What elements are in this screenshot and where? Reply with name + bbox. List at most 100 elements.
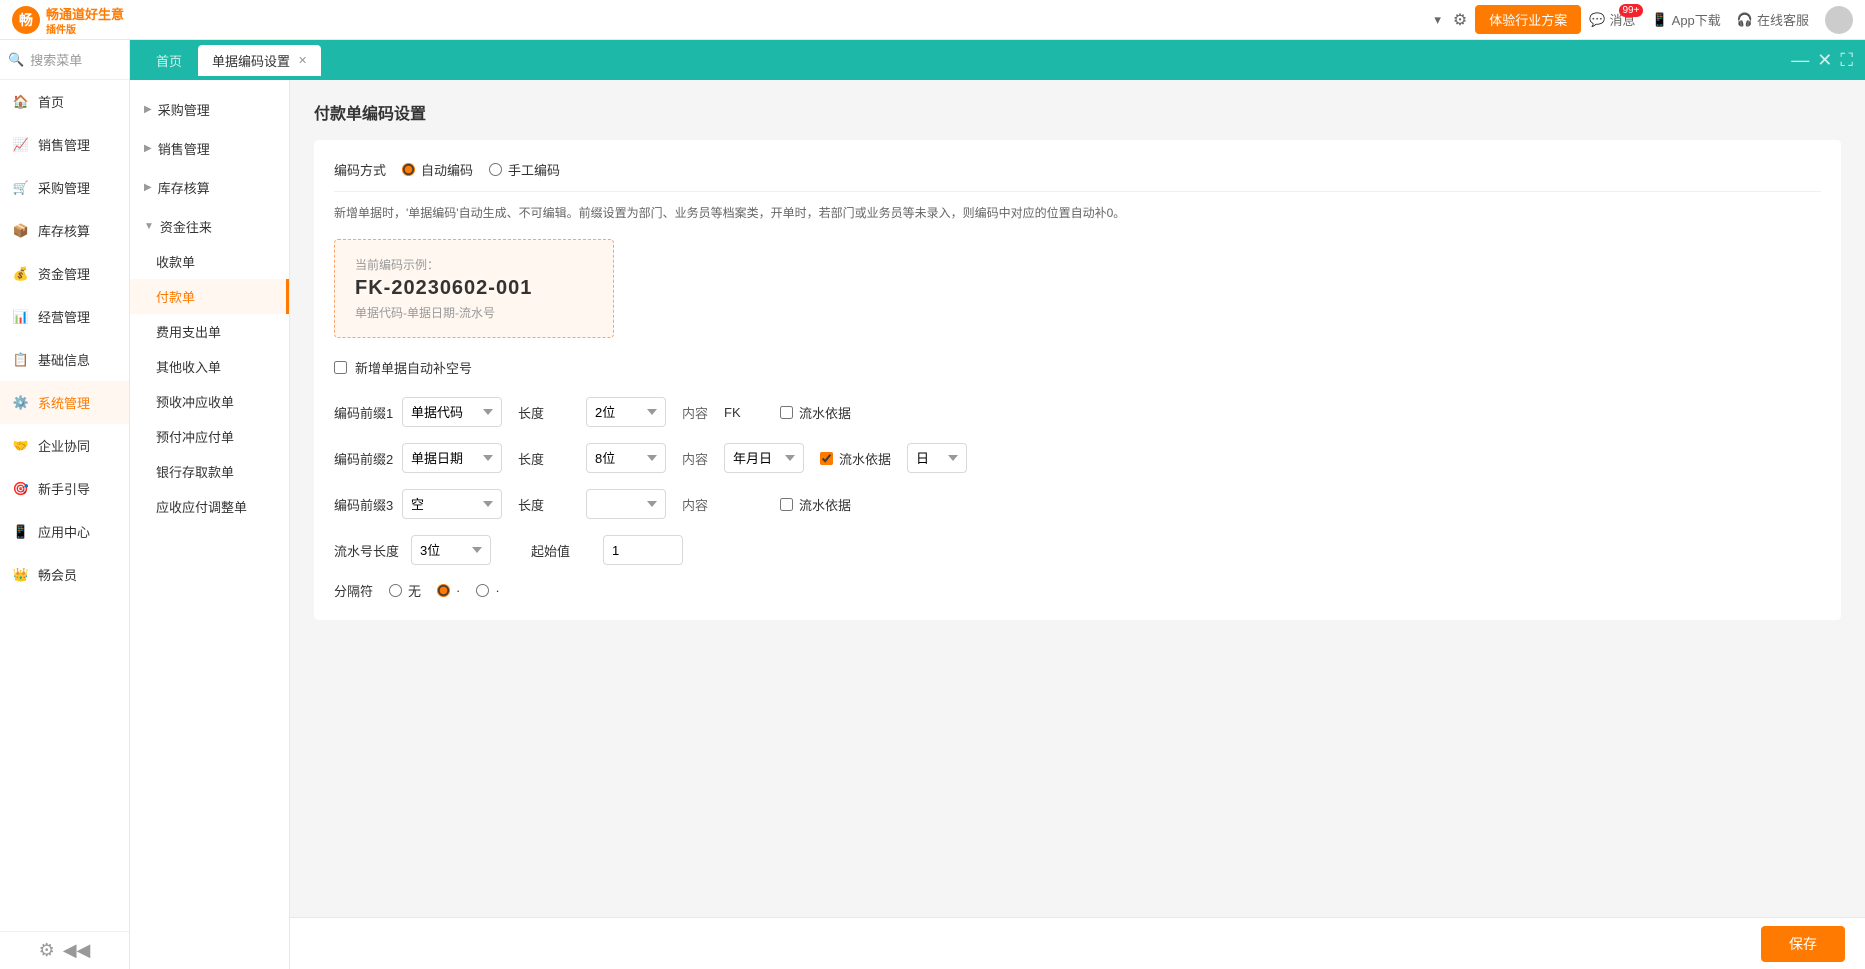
serial2-check: 流水依据 bbox=[820, 449, 891, 468]
sep-dash-radio[interactable] bbox=[476, 584, 489, 597]
sub-menu-item-payment[interactable]: 付款单 bbox=[130, 279, 289, 314]
sidebar-item-purchase[interactable]: 🛒 采购管理 bbox=[0, 166, 129, 209]
tab-encoding[interactable]: 单据编码设置 ✕ bbox=[198, 45, 321, 76]
sep-none[interactable]: 无 bbox=[389, 581, 421, 600]
top-bar: 畅 畅通道好生意 插件版 ▾ ⚙ 体验行业方案 💬 消息 99+ 📱 App下载… bbox=[0, 0, 1865, 40]
serial3-label: 流水依据 bbox=[799, 495, 851, 514]
serial2-checkbox[interactable] bbox=[820, 452, 833, 465]
serial3-checkbox[interactable] bbox=[780, 498, 793, 511]
sidebar-item-enterprise[interactable]: 🤝 企业协同 bbox=[0, 424, 129, 467]
sidebar-item-finance[interactable]: 💰 资金管理 bbox=[0, 252, 129, 295]
message-item[interactable]: 💬 消息 99+ bbox=[1589, 10, 1635, 29]
online-service-item[interactable]: 🎧 在线客服 bbox=[1737, 10, 1809, 29]
sidebar-item-member[interactable]: 👑 畅会员 bbox=[0, 553, 129, 596]
close-btn[interactable]: ✕ bbox=[1817, 50, 1832, 71]
app-download-item[interactable]: 📱 App下载 bbox=[1651, 10, 1720, 29]
maximize-btn[interactable]: ⛶ bbox=[1840, 50, 1853, 71]
code-example-desc: 单据代码-单据日期-流水号 bbox=[355, 304, 593, 321]
prefix3-select[interactable]: 空 bbox=[402, 489, 502, 519]
auto-fill-checkbox[interactable] bbox=[334, 361, 347, 374]
length1-select-wrap: 2位 bbox=[586, 397, 666, 427]
sidebar-item-label: 新手引导 bbox=[38, 479, 90, 498]
prefix1-select[interactable]: 单据代码 bbox=[402, 397, 502, 427]
sub-sidebar: ▶ 采购管理 ▶ 销售管理 ▶ 库存核算 bbox=[130, 80, 290, 969]
sub-menu-group-inventory: ▶ 库存核算 bbox=[130, 170, 289, 205]
user-avatar[interactable] bbox=[1825, 6, 1853, 34]
length2-select[interactable]: 8位 bbox=[586, 443, 666, 473]
tab-home[interactable]: 首页 bbox=[142, 45, 196, 76]
manual-radio-input[interactable] bbox=[489, 163, 502, 176]
length3-select[interactable] bbox=[586, 489, 666, 519]
encoding-method-label: 编码方式 bbox=[334, 160, 386, 179]
minimize-btn[interactable]: — bbox=[1791, 50, 1809, 71]
sidebar-item-operations[interactable]: 📊 经营管理 bbox=[0, 295, 129, 338]
period-select-wrap: 日 月 年 bbox=[907, 443, 967, 473]
sub-menu-item-expense[interactable]: 费用支出单 bbox=[130, 314, 289, 349]
serial-length-select[interactable]: 3位 bbox=[411, 535, 491, 565]
member-icon: 👑 bbox=[12, 566, 30, 584]
auto-radio-item[interactable]: 自动编码 bbox=[402, 160, 473, 179]
prefix-row-2: 编码前缀2 单据日期 长度 bbox=[334, 443, 1821, 473]
sidebar-search[interactable]: 🔍 搜索菜单 bbox=[0, 40, 129, 80]
sidebar-item-label: 基础信息 bbox=[38, 350, 90, 369]
serial1-label: 流水依据 bbox=[799, 403, 851, 422]
sub-menu-item-other-income[interactable]: 其他收入单 bbox=[130, 349, 289, 384]
sidebar-item-basic[interactable]: 📋 基础信息 bbox=[0, 338, 129, 381]
manual-radio-item[interactable]: 手工编码 bbox=[489, 160, 560, 179]
sidebar-item-home[interactable]: 🏠 首页 bbox=[0, 80, 129, 123]
operations-icon: 📊 bbox=[12, 308, 30, 326]
settings-icon[interactable]: ⚙ bbox=[1453, 10, 1467, 30]
sidebar-item-system[interactable]: ⚙️ 系统管理 bbox=[0, 381, 129, 424]
sep-dot-radio[interactable] bbox=[437, 584, 450, 597]
sub-menu-purchase[interactable]: ▶ 采购管理 bbox=[130, 92, 289, 127]
sidebar-item-inventory[interactable]: 📦 库存核算 bbox=[0, 209, 129, 252]
info-text: 新增单据时，'单据编码'自动生成、不可编辑。前缀设置为部门、业务员等档案类，开单… bbox=[334, 204, 1821, 223]
sidebar: 🔍 搜索菜单 🏠 首页 📈 销售管理 🛒 采购管理 📦 库存核算 💰 bbox=[0, 40, 130, 969]
sidebar-item-label: 销售管理 bbox=[38, 135, 90, 154]
sidebar-item-apps[interactable]: 📱 应用中心 bbox=[0, 510, 129, 553]
sales-icon: 📈 bbox=[12, 136, 30, 154]
serial1-checkbox[interactable] bbox=[780, 406, 793, 419]
auto-fill-row: 新增单据自动补空号 bbox=[334, 358, 1821, 377]
sub-menu-capital[interactable]: ▼ 资金往来 bbox=[130, 209, 289, 244]
sidebar-item-label: 经营管理 bbox=[38, 307, 90, 326]
collapse-icon[interactable]: ◀◀ bbox=[63, 940, 91, 961]
content2-select[interactable]: 年月日 bbox=[724, 443, 804, 473]
sub-menu-inventory-label: 库存核算 bbox=[158, 178, 210, 197]
experience-btn[interactable]: 体验行业方案 bbox=[1475, 5, 1581, 34]
sub-menu-item-advance-payable[interactable]: 预付冲应付单 bbox=[130, 419, 289, 454]
sub-menu-item-advance-receivable[interactable]: 预收冲应收单 bbox=[130, 384, 289, 419]
sep-dot[interactable]: · bbox=[437, 583, 460, 598]
prefix3-select-wrap: 空 bbox=[402, 489, 502, 519]
length1-select[interactable]: 2位 bbox=[586, 397, 666, 427]
sep-none-label: 无 bbox=[408, 581, 421, 600]
purchase-arrow: ▶ bbox=[144, 104, 152, 115]
sep-dash[interactable]: · bbox=[476, 583, 499, 598]
prefix3-label: 编码前缀3 bbox=[334, 495, 394, 514]
sub-menu-item-receipt[interactable]: 收款单 bbox=[130, 244, 289, 279]
inventory-icon: 📦 bbox=[12, 222, 30, 240]
sidebar-item-guide[interactable]: 🎯 新手引导 bbox=[0, 467, 129, 510]
sub-menu-item-payable-adjust[interactable]: 应收应付调整单 bbox=[130, 489, 289, 524]
dropdown-text: ▾ bbox=[1434, 12, 1441, 28]
start-value-input[interactable] bbox=[603, 535, 683, 565]
tab-close-btn[interactable]: ✕ bbox=[298, 54, 307, 67]
sidebar-item-label: 应用中心 bbox=[38, 522, 90, 541]
serial3-check: 流水依据 bbox=[780, 495, 851, 514]
prefix2-select[interactable]: 单据日期 bbox=[402, 443, 502, 473]
dropdown-selector[interactable]: ▾ ⚙ bbox=[1434, 10, 1467, 30]
prefix3-group: 编码前缀3 空 bbox=[334, 489, 502, 519]
sub-menu-item-bank[interactable]: 银行存取款单 bbox=[130, 454, 289, 489]
code-example-value: FK-20230602-001 bbox=[355, 277, 593, 300]
period-select[interactable]: 日 月 年 bbox=[907, 443, 967, 473]
save-button[interactable]: 保存 bbox=[1761, 926, 1845, 962]
settings-bottom-icon[interactable]: ⚙ bbox=[39, 940, 55, 961]
sep-none-radio[interactable] bbox=[389, 584, 402, 597]
sidebar-item-sales[interactable]: 📈 销售管理 bbox=[0, 123, 129, 166]
sub-menu-inventory[interactable]: ▶ 库存核算 bbox=[130, 170, 289, 205]
manual-radio-label: 手工编码 bbox=[508, 160, 560, 179]
sidebar-bottom: ⚙ ◀◀ bbox=[0, 931, 129, 969]
length2-label: 长度 bbox=[518, 449, 578, 468]
auto-radio-input[interactable] bbox=[402, 163, 415, 176]
sub-menu-sales[interactable]: ▶ 销售管理 bbox=[130, 131, 289, 166]
